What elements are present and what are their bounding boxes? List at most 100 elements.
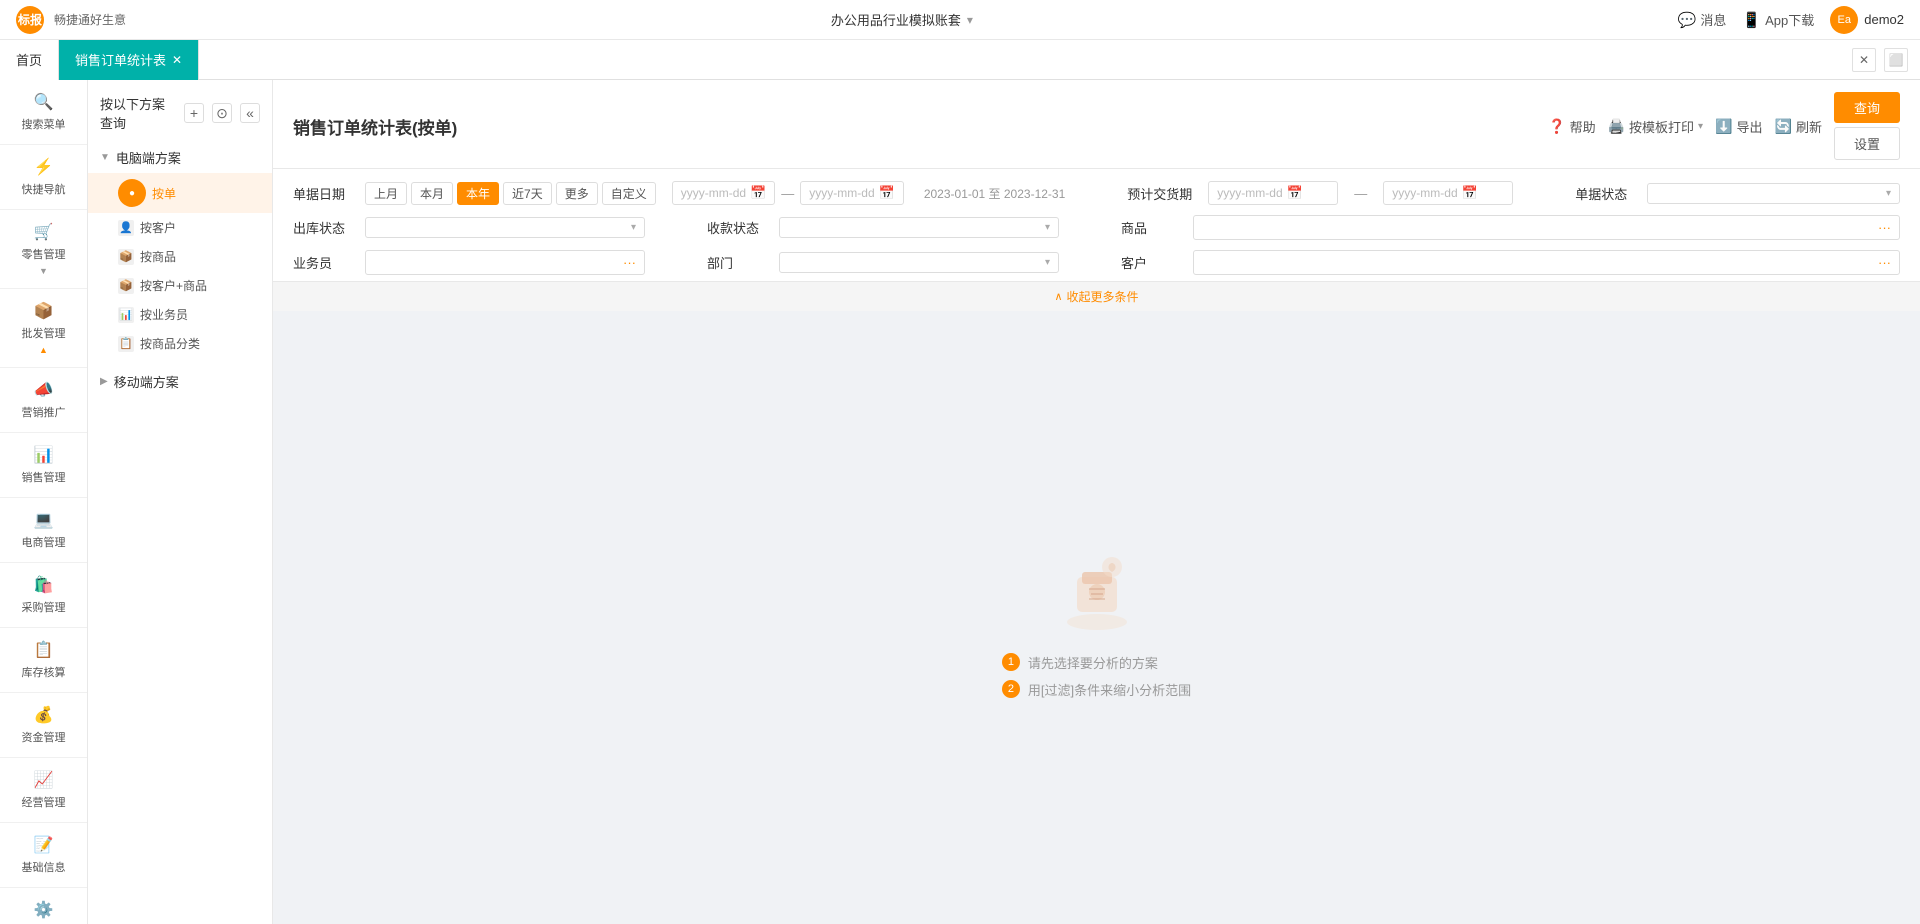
- tabbar-actions: ✕ ⬜: [1852, 48, 1920, 72]
- page-header: 销售订单统计表(按单) ❓ 帮助 🖨️ 按模板打印 ▾ ⬇️ 导出: [273, 80, 1920, 169]
- salesperson-input[interactable]: ···: [365, 250, 645, 275]
- sidebar-item-retail-mgmt[interactable]: 🛒 零售管理 ▼: [0, 210, 87, 289]
- wholesale-mgmt-icon: 📦: [34, 301, 54, 321]
- date-btn-this-year[interactable]: 本年: [457, 182, 499, 205]
- sidebar-item-inventory[interactable]: 📋 库存核算: [0, 628, 87, 693]
- help-button[interactable]: ❓ 帮助: [1548, 117, 1595, 136]
- sidebar: 🔍 搜索菜单 ⚡ 快捷导航 🛒 零售管理 ▼ 📦 批发管理 ▲ 📣 营销推广 📊…: [0, 80, 88, 924]
- tab-home[interactable]: 首页: [0, 40, 59, 80]
- mobile-schemes-header[interactable]: ▶ 移动端方案: [88, 366, 272, 397]
- scheme-by-customer[interactable]: 👤 按客户: [88, 213, 272, 242]
- hint-num-2: 2: [1002, 680, 1020, 698]
- collapse-label: 收起更多条件: [1067, 288, 1139, 305]
- settings-button[interactable]: 设置: [1834, 127, 1900, 160]
- doc-status-select[interactable]: ▾: [1647, 183, 1900, 204]
- help-label: 帮助: [1570, 117, 1596, 136]
- print-icon: 🖨️: [1608, 118, 1625, 135]
- customer-input[interactable]: ···: [1193, 250, 1900, 275]
- sidebar-item-quick-nav[interactable]: ⚡ 快捷导航: [0, 145, 87, 210]
- salesperson-dots-icon[interactable]: ···: [623, 255, 636, 270]
- delivery-status-label: 出库状态: [293, 218, 349, 237]
- hint-text-2: 用[过滤]条件来缩小分析范围: [1028, 680, 1191, 699]
- scheme-by-customer-product[interactable]: 📦 按客户+商品: [88, 271, 272, 300]
- search-action-col: 查询 设置: [1834, 92, 1900, 160]
- date-from-input[interactable]: yyyy-mm-dd 📅: [672, 181, 776, 205]
- date-btn-custom[interactable]: 自定义: [602, 182, 656, 205]
- refresh-button[interactable]: 🔄 刷新: [1775, 117, 1822, 136]
- by-product-icon: 📦: [118, 249, 134, 265]
- sidebar-item-search-menu[interactable]: 🔍 搜索菜单: [0, 80, 87, 145]
- pc-schemes-header[interactable]: ▼ 电脑端方案: [88, 142, 272, 173]
- date-btn-last-7days[interactable]: 近7天: [503, 182, 552, 205]
- department-select[interactable]: ▾: [779, 252, 1059, 273]
- sidebar-item-marketing[interactable]: 📣 营销推广: [0, 368, 87, 433]
- delivery-status-select[interactable]: ▾: [365, 217, 645, 238]
- template-print-button[interactable]: 🖨️ 按模板打印 ▾: [1608, 117, 1703, 136]
- panel-add-button[interactable]: +: [184, 103, 204, 123]
- message-button[interactable]: 💬 消息: [1678, 10, 1727, 29]
- sidebar-item-operations[interactable]: 📈 经营管理: [0, 758, 87, 823]
- date-btn-this-month[interactable]: 本月: [411, 182, 453, 205]
- sidebar-label-inventory: 库存核算: [22, 664, 66, 680]
- collection-status-select[interactable]: ▾: [779, 217, 1059, 238]
- goods-input[interactable]: ···: [1193, 215, 1900, 240]
- sidebar-label-quick-nav: 快捷导航: [22, 181, 66, 197]
- basic-info-icon: 📝: [34, 835, 54, 855]
- by-customer-product-icon: 📦: [118, 278, 134, 294]
- scheme-by-customer-label: 按客户: [140, 219, 176, 236]
- date-divider: —: [781, 186, 794, 201]
- system-icon: ⚙️: [34, 900, 54, 920]
- sidebar-item-sales-mgmt[interactable]: 📊 销售管理: [0, 433, 87, 498]
- date-btn-last-month[interactable]: 上月: [365, 182, 407, 205]
- tab-maximize-button[interactable]: ⬜: [1884, 48, 1908, 72]
- sales-mgmt-icon: 📊: [34, 445, 54, 465]
- scheme-by-product-category[interactable]: 📋 按商品分类: [88, 329, 272, 358]
- scheme-by-salesperson[interactable]: 📊 按业务员: [88, 300, 272, 329]
- panel-collapse-button[interactable]: «: [240, 103, 260, 123]
- tab-close-all-button[interactable]: ✕: [1852, 48, 1876, 72]
- refresh-label: 刷新: [1796, 117, 1822, 136]
- left-panel: 按以下方案查询 + ⊙ « ▼ 电脑端方案 ●: [88, 80, 273, 924]
- tab-close-icon[interactable]: ✕: [172, 53, 182, 67]
- empty-hint-2: 2 用[过滤]条件来缩小分析范围: [1002, 680, 1191, 699]
- search-button[interactable]: 查询: [1834, 92, 1900, 123]
- export-label: 导出: [1737, 117, 1763, 136]
- date-to-input[interactable]: yyyy-mm-dd 📅: [800, 181, 904, 205]
- sidebar-item-basic-info[interactable]: 📝 基础信息: [0, 823, 87, 888]
- filter-row-3: 业务员 ··· 部门 ▾ 客户 ···: [293, 250, 1900, 275]
- app-download-button[interactable]: 📱 App下载: [1742, 10, 1814, 29]
- panel-settings-button[interactable]: ⊙: [212, 103, 232, 123]
- collapse-filter-button[interactable]: ∧ 收起更多条件: [273, 281, 1920, 311]
- sidebar-item-purchase[interactable]: 🛍️ 采购管理: [0, 563, 87, 628]
- sidebar-label-operations: 经营管理: [22, 794, 66, 810]
- expected-delivery-to[interactable]: yyyy-mm-dd 📅: [1383, 181, 1513, 205]
- marketing-icon: 📣: [34, 380, 54, 400]
- user-profile[interactable]: Ea demo2: [1830, 6, 1904, 34]
- workspace-selector[interactable]: 办公用品行业模拟账套 ▾: [146, 10, 1658, 29]
- scheme-by-salesperson-label: 按业务员: [140, 306, 188, 323]
- logo-icon: 标报: [16, 6, 44, 34]
- date-btn-more[interactable]: 更多: [556, 182, 598, 205]
- sidebar-label-retail-mgmt: 零售管理: [22, 246, 66, 262]
- sidebar-item-wholesale-mgmt[interactable]: 📦 批发管理 ▲: [0, 289, 87, 368]
- sidebar-item-system[interactable]: ⚙️ 系统管理: [0, 888, 87, 924]
- goods-dots-icon[interactable]: ···: [1878, 220, 1891, 235]
- tab-sales-stat[interactable]: 销售订单统计表 ✕: [59, 40, 199, 80]
- sidebar-label-marketing: 营销推广: [22, 404, 66, 420]
- expected-delivery-from[interactable]: yyyy-mm-dd 📅: [1208, 181, 1338, 205]
- hint-text-1: 请先选择要分析的方案: [1028, 653, 1158, 672]
- sidebar-item-ecommerce[interactable]: 💻 电商管理: [0, 498, 87, 563]
- sidebar-item-finance[interactable]: 💰 资金管理: [0, 693, 87, 758]
- workspace-dropdown-icon: ▾: [967, 13, 973, 27]
- customer-label: 客户: [1121, 253, 1177, 272]
- export-button[interactable]: ⬇️ 导出: [1715, 117, 1762, 136]
- quick-nav-icon: ⚡: [34, 157, 54, 177]
- scheme-by-order[interactable]: ● 按单: [88, 173, 272, 213]
- date-from-placeholder: yyyy-mm-dd: [681, 186, 746, 200]
- filter-row-1: 单据日期 上月 本月 本年 近7天 更多 自定义 yyyy-mm-dd 📅: [293, 181, 1900, 205]
- customer-dots-icon[interactable]: ···: [1878, 255, 1891, 270]
- salesperson-label: 业务员: [293, 253, 349, 272]
- hint-num-1: 1: [1002, 653, 1020, 671]
- scheme-by-product[interactable]: 📦 按商品: [88, 242, 272, 271]
- panel-toolbar: 按以下方案查询 + ⊙ «: [88, 88, 272, 138]
